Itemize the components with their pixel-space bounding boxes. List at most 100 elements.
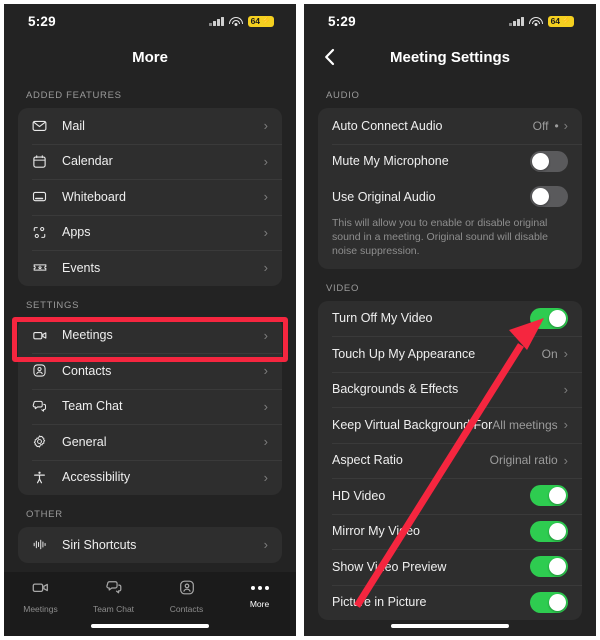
toggle-switch[interactable] [530, 591, 568, 613]
list-item-apps[interactable]: Apps › [18, 214, 282, 251]
sidebar-item-team-chat[interactable]: Team Chat › [18, 388, 282, 425]
setting-label: Turn Off My Video [332, 311, 433, 326]
list-item-label: Whiteboard [62, 189, 126, 204]
status-bar-right: 5:29 64 ⚡ [304, 4, 596, 38]
status-time: 5:29 [28, 13, 56, 29]
toggle-knob [549, 593, 566, 611]
list-item-label: Mail [62, 118, 85, 133]
setting-backgrounds-and-effects[interactable]: Backgrounds & Effects › [318, 371, 582, 408]
list-item-whiteboard[interactable]: Whiteboard › [18, 179, 282, 215]
page-title: More [132, 48, 168, 66]
whiteboard-icon [32, 189, 58, 204]
battery-indicator: 64 ⚡ [247, 15, 274, 27]
chevron-right-icon: › [263, 260, 268, 276]
bottom-tab-bar: Meetings Team Chat Contacts More [4, 572, 296, 636]
screenshot-canvas: 5:29 64 ⚡ More ADDED FEATURES Mail › Cal… [0, 0, 600, 640]
page-title: Meeting Settings [389, 48, 510, 66]
tab-label: More [249, 599, 270, 609]
toggle-knob [549, 487, 566, 505]
back-button[interactable] [318, 46, 340, 68]
chevron-right-icon: › [263, 434, 268, 450]
signal-bars-icon [509, 16, 524, 26]
toggle-switch[interactable] [530, 307, 568, 329]
toggle-knob [549, 522, 566, 540]
sidebar-item-label: General [62, 434, 107, 449]
setting-auto-connect-audio[interactable]: Auto Connect Audio Off • › [318, 108, 582, 144]
setting-turn-off-my-video[interactable]: Turn Off My Video [318, 301, 582, 337]
nav-bar-left: More [4, 38, 296, 76]
toggle-switch[interactable] [530, 556, 568, 578]
setting-touch-up-my-appearance[interactable]: Touch Up My Appearance On › [318, 336, 582, 372]
section-header-audio: AUDIO [326, 90, 360, 101]
setting-keep-virtual-background-for[interactable]: Keep Virtual Background For All meetings… [318, 407, 582, 443]
setting-label: Picture in Picture [332, 595, 427, 610]
setting-mute-my-microphone[interactable]: Mute My Microphone [318, 143, 582, 180]
home-indicator [391, 623, 509, 628]
card-settings: Meetings › Contacts › Team Chat › Genera… [18, 317, 282, 496]
status-indicators: 64 ⚡ [209, 15, 274, 27]
list-item-calendar[interactable]: Calendar › [18, 143, 282, 180]
setting-value: All meetings [492, 417, 558, 432]
sidebar-item-label: Team Chat [62, 399, 123, 414]
setting-label: Backgrounds & Effects [332, 382, 459, 397]
home-indicator [91, 623, 209, 628]
sidebar-item-accessibility[interactable]: Accessibility › [18, 459, 282, 496]
setting-use-original-audio-group: Use Original Audio This will allow you t… [318, 179, 582, 269]
toggle-knob [549, 558, 566, 576]
chevron-right-icon: › [563, 118, 568, 134]
chevron-right-icon: › [263, 153, 268, 169]
video-camera-icon [32, 328, 58, 343]
setting-value: Original ratio [489, 453, 558, 468]
list-item-mail[interactable]: Mail › [18, 108, 282, 144]
apps-icon [32, 225, 58, 240]
setting-label: Aspect Ratio [332, 453, 403, 468]
toggle-switch[interactable] [530, 520, 568, 542]
toggle-switch[interactable] [530, 186, 568, 208]
tab-contacts[interactable]: Contacts [150, 579, 223, 614]
more-list: ADDED FEATURES Mail › Calendar › Whitebo… [4, 76, 296, 633]
tab-team-chat[interactable]: Team Chat [77, 579, 150, 614]
setting-label: Use Original Audio [332, 189, 436, 204]
setting-aspect-ratio[interactable]: Aspect Ratio Original ratio › [318, 442, 582, 479]
chevron-right-icon: › [263, 189, 268, 205]
setting-use-original-audio[interactable]: Use Original Audio [318, 179, 582, 215]
card-added-features: Mail › Calendar › Whiteboard › Apps › Ev… [18, 108, 282, 286]
toggle-knob [532, 152, 549, 170]
toggle-switch[interactable] [530, 485, 568, 507]
setting-mirror-my-video[interactable]: Mirror My Video [318, 513, 582, 550]
tab-label: Team Chat [92, 604, 135, 614]
person-icon [178, 579, 196, 601]
toggle-switch[interactable] [530, 150, 568, 172]
chat-bubble-icon [105, 579, 123, 601]
right-phone-screen: 5:29 64 ⚡ Meeting Settings AUDIO Auto Co… [304, 4, 596, 636]
setting-picture-in-picture[interactable]: Picture in Picture [318, 584, 582, 621]
list-item-events[interactable]: Events › [18, 250, 282, 286]
events-icon [32, 260, 58, 275]
tab-label: Meetings [23, 604, 58, 614]
setting-show-video-preview[interactable]: Show Video Preview [318, 549, 582, 585]
list-item-label: Events [62, 260, 101, 275]
sidebar-item-contacts[interactable]: Contacts › [18, 353, 282, 389]
charging-bolt-icon: ⚡ [561, 16, 571, 25]
setting-hd-video[interactable]: HD Video [318, 478, 582, 514]
chevron-right-icon: › [263, 118, 268, 134]
sidebar-item-label: Contacts [62, 363, 112, 378]
status-dot: • [554, 118, 559, 133]
setting-label: Mirror My Video [332, 524, 420, 539]
person-icon [32, 363, 58, 378]
setting-value: On [541, 346, 558, 361]
setting-description: This will allow you to enable or disable… [332, 216, 548, 257]
tab-more[interactable]: More [223, 579, 296, 609]
sidebar-item-meetings[interactable]: Meetings › [18, 318, 282, 354]
list-item-label: Siri Shortcuts [62, 537, 137, 552]
chevron-right-icon: › [263, 327, 268, 343]
chevron-right-icon: › [563, 417, 568, 433]
chevron-right-icon: › [263, 537, 268, 553]
nav-bar-right: Meeting Settings [304, 38, 596, 76]
setting-label: Show Video Preview [332, 559, 447, 574]
sidebar-item-general[interactable]: General › [18, 424, 282, 460]
list-item-siri-shortcuts[interactable]: Siri Shortcuts › [18, 527, 282, 563]
section-header-video: VIDEO [326, 282, 360, 294]
tab-meetings[interactable]: Meetings [4, 579, 77, 614]
battery-level: 64 [250, 15, 261, 26]
